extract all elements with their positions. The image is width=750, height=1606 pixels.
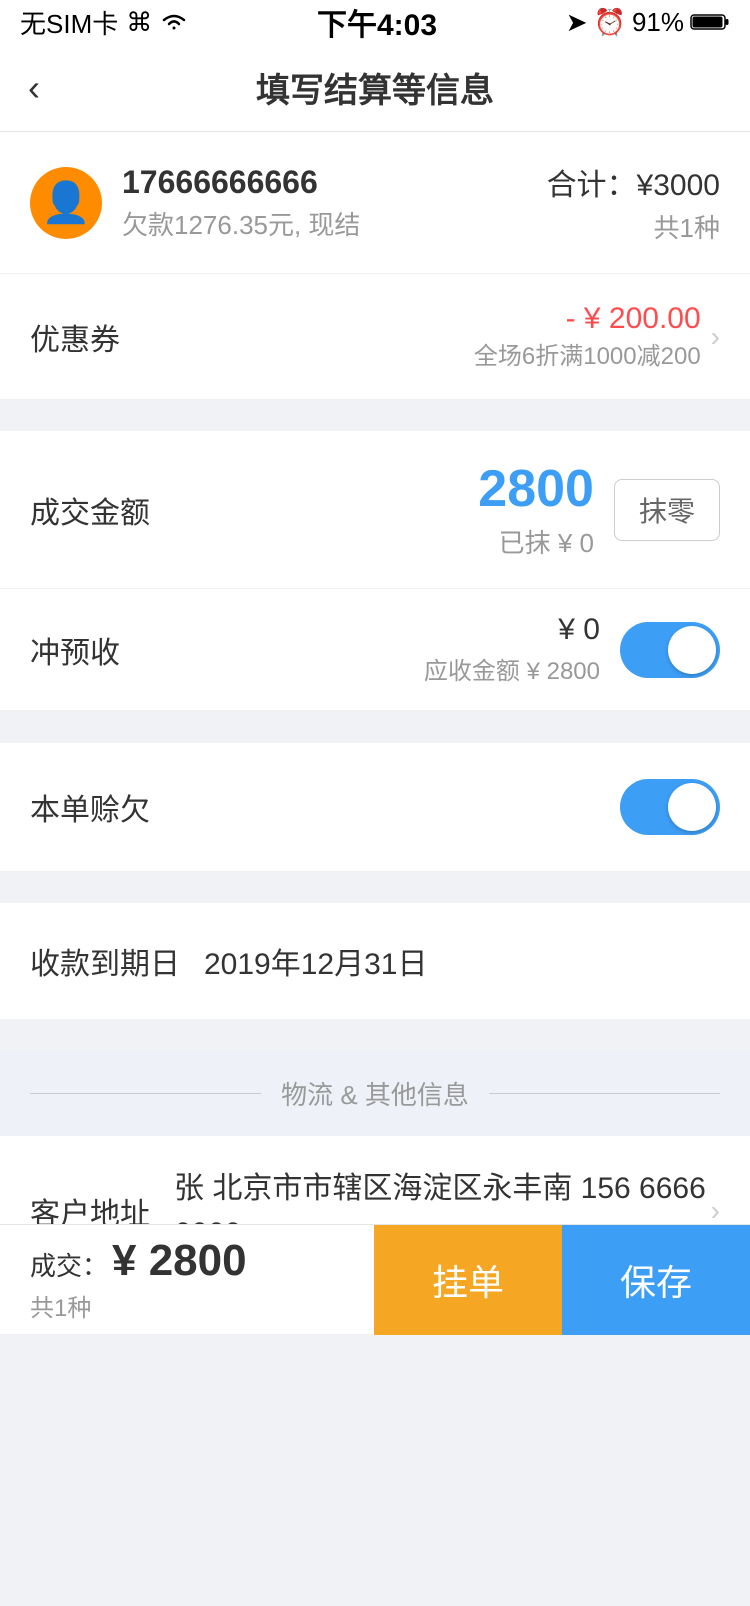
- debt-label: 本单赊欠: [30, 785, 150, 829]
- avatar-icon: 👤: [41, 179, 91, 226]
- coupon-desc: 全场6折满1000减200: [474, 336, 701, 371]
- transaction-row: 成交金额 2800 已抹 ¥ 0 抹零: [0, 431, 750, 589]
- prepay-amount: ¥ 0: [424, 613, 600, 647]
- transaction-label: 成交金额: [30, 488, 150, 532]
- nav-bar: ‹ 填写结算等信息: [0, 44, 750, 132]
- due-date-label: 收款到期日: [30, 939, 180, 983]
- due-date-value: 2019年12月31日: [204, 939, 427, 983]
- status-time: 下午4:03: [317, 0, 437, 44]
- customer-row: 👤 17666666666 欠款1276.35元, 现结 合计：¥3000 共1…: [0, 132, 750, 273]
- debt-toggle[interactable]: [620, 779, 720, 835]
- customer-total: 合计：¥3000 共1种: [547, 160, 720, 245]
- prepay-label: 冲预收: [30, 628, 120, 672]
- bottom-bar: 成交： ¥ 2800 共1种 挂单 保存: [0, 1224, 750, 1334]
- round-zero-button[interactable]: 抹零: [614, 479, 720, 541]
- sim-status: 无SIM卡: [20, 4, 118, 41]
- bottom-count: 共1种: [30, 1288, 344, 1323]
- customer-info: 17666666666 欠款1276.35元, 现结: [122, 164, 547, 242]
- section-divider-1: [0, 415, 750, 431]
- save-button[interactable]: 保存: [562, 1225, 750, 1335]
- location-icon: ➤: [566, 7, 588, 38]
- chevron-right-icon: ›: [711, 321, 720, 353]
- battery-icon: [690, 12, 730, 32]
- prepay-sub: 应收金额 ¥ 2800: [424, 651, 600, 686]
- pending-button[interactable]: 挂单: [374, 1225, 562, 1335]
- due-date-card: 收款到期日 2019年12月31日: [0, 903, 750, 1019]
- coupon-label: 优惠券: [30, 315, 120, 359]
- coupon-right: - ¥ 200.00 全场6折满1000减200 ›: [474, 302, 720, 371]
- bottom-summary: 成交： ¥ 2800 共1种: [0, 1236, 374, 1323]
- status-bar: 无SIM卡 ⌘️ 下午4:03 ➤ ⏰ 91%: [0, 0, 750, 44]
- transaction-sub: 已抹 ¥ 0: [478, 523, 594, 560]
- content-area: 👤 17666666666 欠款1276.35元, 现结 合计：¥3000 共1…: [0, 132, 750, 1606]
- debt-row: 本单赊欠: [0, 743, 750, 871]
- customer-phone: 17666666666: [122, 164, 547, 201]
- bottom-total-label: 成交：: [30, 1246, 108, 1283]
- logistics-text: 物流 & 其他信息: [281, 1075, 469, 1112]
- save-button-label: 保存: [620, 1254, 692, 1306]
- toggle-knob: [668, 626, 716, 674]
- logistics-header: 物流 & 其他信息: [0, 1051, 750, 1136]
- debt-card: 本单赊欠: [0, 743, 750, 871]
- logistics-line-left: [30, 1093, 261, 1094]
- bottom-amount: ¥ 2800: [112, 1236, 247, 1286]
- pending-button-label: 挂单: [432, 1254, 504, 1306]
- wifi-icon-svg: [160, 12, 188, 32]
- transaction-card: 成交金额 2800 已抹 ¥ 0 抹零 冲预收 ¥ 0 应收金额 ¥ 2800: [0, 431, 750, 711]
- customer-sub-text: 欠款1276.35元, 现结: [122, 205, 547, 242]
- logistics-line-right: [489, 1093, 720, 1094]
- section-divider-2: [0, 727, 750, 743]
- page-title: 填写结算等信息: [256, 63, 494, 112]
- coupon-row[interactable]: 优惠券 - ¥ 200.00 全场6折满1000减200 ›: [0, 273, 750, 399]
- prepay-amount-area: ¥ 0 应收金额 ¥ 2800: [424, 613, 600, 686]
- prepay-toggle[interactable]: [620, 622, 720, 678]
- due-date-row: 收款到期日 2019年12月31日: [0, 903, 750, 1019]
- battery-text: 91%: [632, 7, 684, 38]
- coupon-amount: - ¥ 200.00: [474, 302, 701, 336]
- transaction-amount: 2800: [478, 459, 594, 519]
- back-button[interactable]: ‹: [28, 67, 40, 109]
- address-chevron-icon: ›: [711, 1195, 720, 1227]
- prepay-row: 冲预收 ¥ 0 应收金额 ¥ 2800: [0, 589, 750, 711]
- debt-toggle-knob: [668, 783, 716, 831]
- status-right: ➤ ⏰ 91%: [566, 7, 730, 38]
- avatar: 👤: [30, 167, 102, 239]
- customer-card: 👤 17666666666 欠款1276.35元, 现结 合计：¥3000 共1…: [0, 132, 750, 399]
- transaction-value-area: 2800 已抹 ¥ 0 抹零: [478, 459, 720, 560]
- wifi-icon: ⌘️: [126, 7, 152, 38]
- total-count: 共1种: [547, 208, 720, 245]
- section-divider-4: [0, 1035, 750, 1051]
- status-left: 无SIM卡 ⌘️: [20, 4, 188, 41]
- alarm-icon: ⏰: [594, 7, 626, 38]
- section-divider-3: [0, 887, 750, 903]
- total-amount: 合计：¥3000: [547, 160, 720, 204]
- prepay-right: ¥ 0 应收金额 ¥ 2800: [424, 613, 720, 686]
